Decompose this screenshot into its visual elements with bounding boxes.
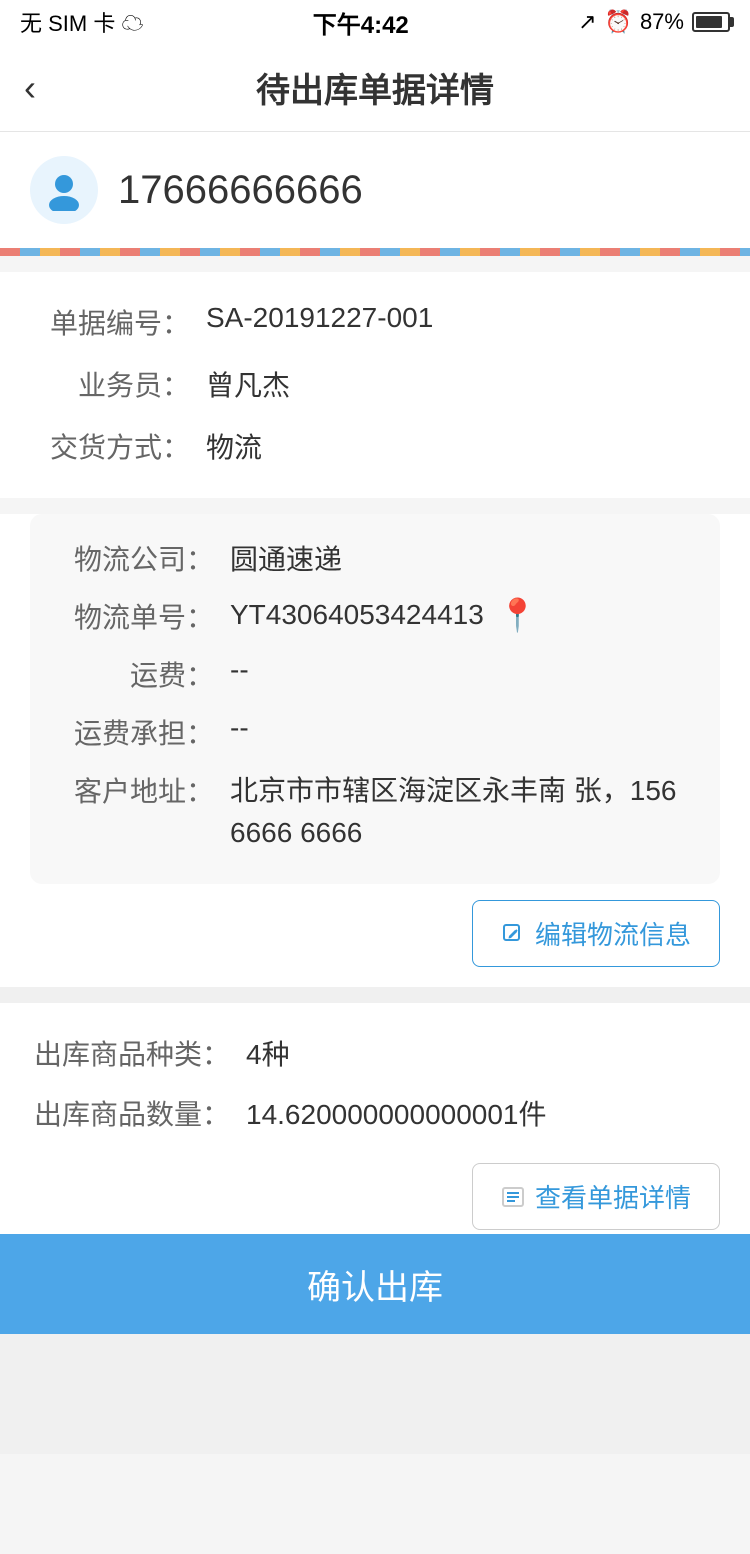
section-divider — [0, 987, 750, 1003]
logistics-tracking-value: YT43064053424413 📍 — [230, 596, 696, 634]
avatar — [30, 156, 98, 224]
order-number-label: 单据编号： — [30, 302, 190, 342]
confirm-bar[interactable]: 确认出库 — [0, 1234, 750, 1334]
edit-logistics-label: 编辑物流信息 — [535, 915, 691, 952]
dashed-divider — [0, 248, 750, 256]
freight-row: 运费： -- — [54, 654, 696, 694]
logistics-company-row: 物流公司： 圆通速递 — [54, 538, 696, 578]
sim-status: 无 SIM 卡 ☁ — [20, 6, 143, 38]
logistics-card: 物流公司： 圆通速递 物流单号： YT43064053424413 📍 运费： … — [30, 514, 720, 884]
stock-types-label: 出库商品种类： — [30, 1033, 230, 1073]
freight-label: 运费： — [54, 654, 214, 694]
address-label: 客户地址： — [54, 770, 214, 810]
edit-logistics-button[interactable]: 编辑物流信息 — [472, 900, 720, 967]
stock-types-row: 出库商品种类： 4种 — [30, 1033, 720, 1073]
person-icon — [43, 169, 85, 211]
tracking-number: YT43064053424413 — [230, 599, 484, 631]
order-number-value: SA-20191227-001 — [206, 302, 720, 334]
customer-phone: 17666666666 — [118, 168, 363, 213]
freight-bearer-value: -- — [230, 712, 696, 744]
status-bar-right: ↗ ⏰ 87% — [578, 9, 730, 35]
delivery-method-label: 交货方式： — [30, 426, 190, 466]
logistics-tracking-label: 物流单号： — [54, 596, 214, 636]
confirm-label: 确认出库 — [307, 1260, 443, 1309]
salesman-label: 业务员： — [30, 364, 190, 404]
stock-section: 出库商品种类： 4种 出库商品数量： 14.620000000000001件 — [0, 1003, 750, 1163]
order-info-section: 单据编号： SA-20191227-001 业务员： 曾凡杰 交货方式： 物流 — [0, 272, 750, 498]
customer-header: 17666666666 — [0, 132, 750, 248]
view-details-label: 查看单据详情 — [535, 1178, 691, 1215]
address-row: 客户地址： 北京市市辖区海淀区永丰南 张，156 6666 6666 — [54, 770, 696, 854]
freight-bearer-label: 运费承担： — [54, 712, 214, 752]
stock-quantity-value: 14.620000000000001件 — [246, 1093, 547, 1133]
edit-logistics-area: 编辑物流信息 — [0, 900, 750, 987]
logistics-tracking-row: 物流单号： YT43064053424413 📍 — [54, 596, 696, 636]
stock-types-value: 4种 — [246, 1033, 290, 1073]
location-status-icon: ↗ — [578, 9, 596, 35]
status-bar: 无 SIM 卡 ☁ 下午4:42 ↗ ⏰ 87% — [0, 0, 750, 44]
map-pin-icon[interactable]: 📍 — [498, 596, 538, 634]
battery-percent: 87% — [640, 9, 684, 35]
freight-value: -- — [230, 654, 696, 686]
status-bar-time: 下午4:42 — [313, 5, 409, 40]
freight-bearer-row: 运费承担： -- — [54, 712, 696, 752]
address-value: 北京市市辖区海淀区永丰南 张，156 6666 6666 — [230, 770, 696, 854]
back-button[interactable]: ‹ — [24, 67, 36, 109]
view-details-button[interactable]: 查看单据详情 — [472, 1163, 720, 1230]
status-bar-left: 无 SIM 卡 ☁ — [20, 6, 143, 38]
alarm-icon: ⏰ — [605, 9, 632, 35]
stock-quantity-label: 出库商品数量： — [30, 1093, 230, 1133]
logistics-company-label: 物流公司： — [54, 538, 214, 578]
delivery-method-row: 交货方式： 物流 — [30, 426, 720, 466]
logistics-container: 物流公司： 圆通速递 物流单号： YT43064053424413 📍 运费： … — [0, 514, 750, 987]
edit-icon — [501, 922, 525, 946]
stock-quantity-row: 出库商品数量： 14.620000000000001件 — [30, 1093, 720, 1133]
battery-icon — [692, 12, 730, 32]
salesman-value: 曾凡杰 — [206, 364, 720, 404]
order-number-row: 单据编号： SA-20191227-001 — [30, 302, 720, 342]
salesman-row: 业务员： 曾凡杰 — [30, 364, 720, 404]
logistics-company-value: 圆通速递 — [230, 538, 696, 578]
list-icon — [501, 1185, 525, 1209]
page-title: 待出库单据详情 — [256, 63, 494, 112]
delivery-method-value: 物流 — [206, 426, 720, 466]
nav-bar: ‹ 待出库单据详情 — [0, 44, 750, 132]
